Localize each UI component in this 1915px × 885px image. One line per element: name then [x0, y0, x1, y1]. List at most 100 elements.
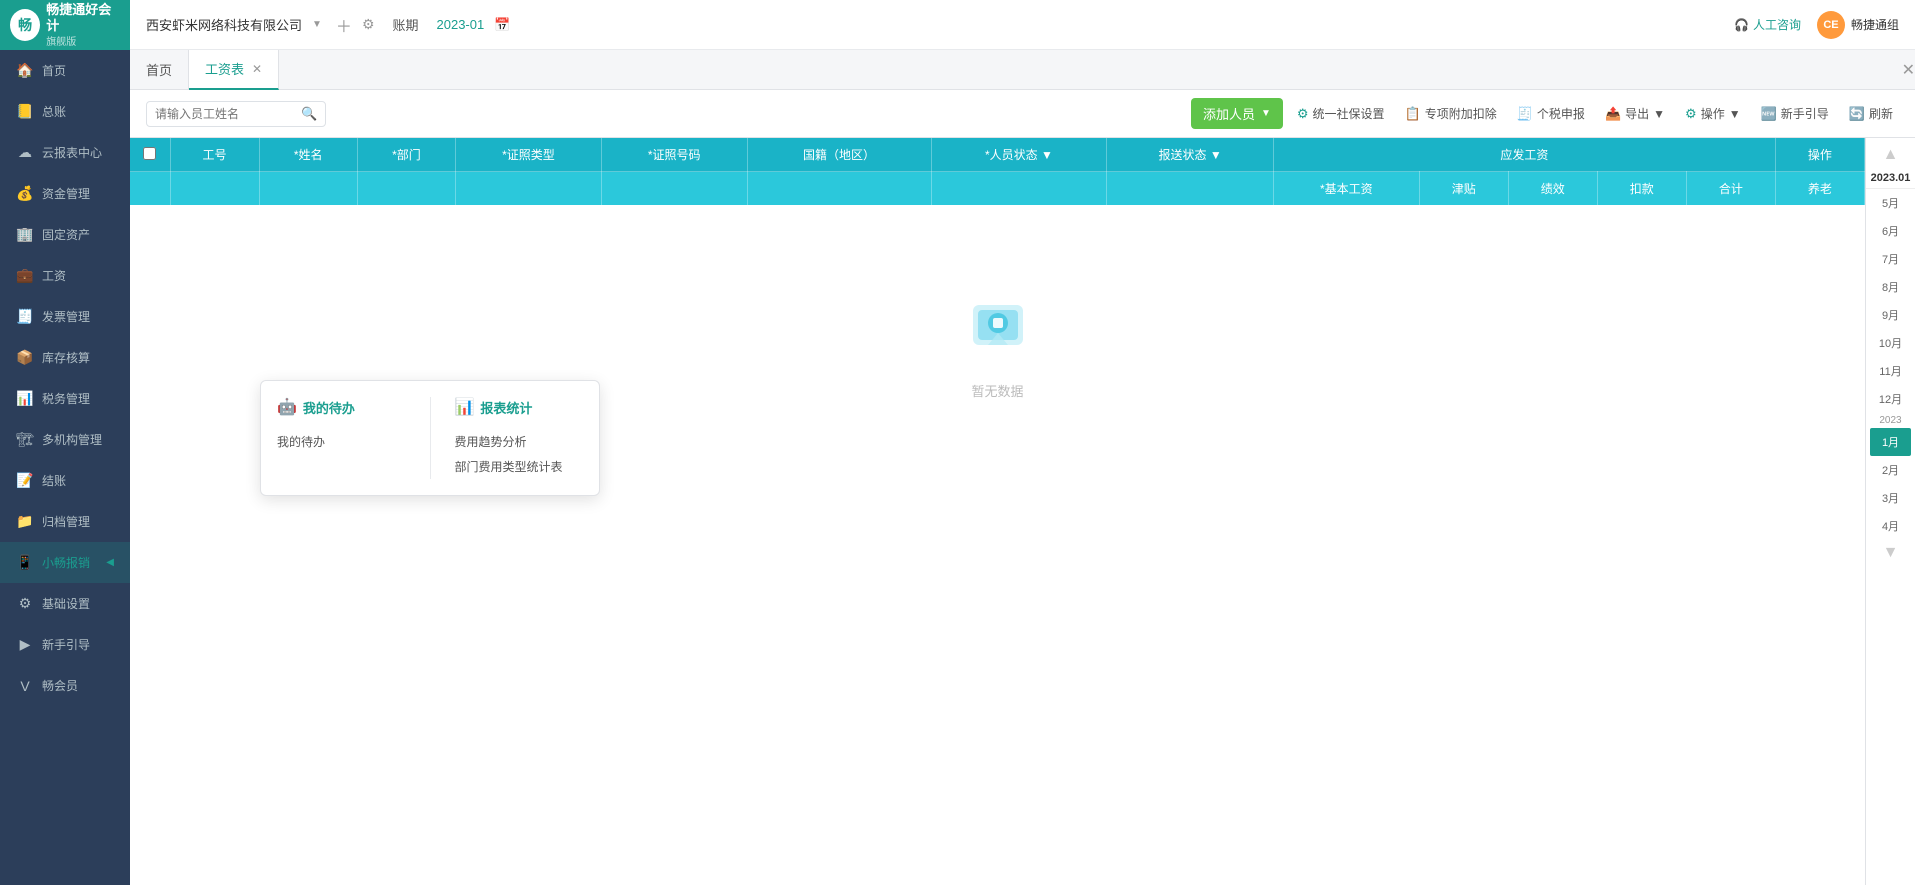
th-total: 合计 — [1686, 172, 1775, 206]
timeline-header: 2023.01 — [1866, 168, 1915, 189]
tab-home[interactable]: 首页 — [130, 50, 189, 90]
guide-action[interactable]: 🆕 新手引导 — [1755, 101, 1835, 126]
sidebar-item-multi-org[interactable]: 🏗 多机构管理 — [0, 419, 130, 460]
home-icon: 🏠 — [16, 62, 34, 79]
timeline-jan-current[interactable]: 1月 — [1870, 428, 1911, 456]
sidebar-item-salary[interactable]: 💼 工资 — [0, 255, 130, 296]
sidebar-label-settings: 基础设置 — [42, 595, 90, 612]
refresh-action[interactable]: 🔄 刷新 — [1843, 101, 1899, 126]
search-box[interactable]: 🔍 — [146, 101, 326, 127]
sidebar-item-tax[interactable]: 📊 税务管理 — [0, 378, 130, 419]
popup-link-dept-cost[interactable]: 部门费用类型统计表 — [455, 454, 584, 479]
table-header-top: 工号 *姓名 *部门 *证照类型 *证照号码 国籍（地区） *人员状态 ▼ 报送… — [130, 138, 1865, 172]
timeline-up-icon[interactable]: ▲ — [1879, 142, 1903, 168]
topbar-settings-icon[interactable]: ⚙ — [362, 16, 375, 33]
timeline-nov[interactable]: 11月 — [1866, 357, 1915, 385]
sidebar-item-ledger[interactable]: 📒 总账 — [0, 91, 130, 132]
timeline-jul[interactable]: 7月 — [1866, 245, 1915, 273]
sidebar-item-funds[interactable]: 💰 资金管理 — [0, 173, 130, 214]
close-accounts-icon: 📝 — [16, 472, 34, 489]
popup-content: 🤖 我的待办 我的待办 📊 报表统计 费用趋势分析 部门费用类型统计表 — [277, 397, 583, 479]
sidebar-label-expense: 小畅报销 — [42, 554, 90, 571]
search-icon: 🔍 — [301, 106, 317, 122]
panel-close-button[interactable]: ✕ — [1902, 60, 1915, 80]
empty-text: 暂无数据 — [971, 381, 1023, 400]
export-action[interactable]: 📤 导出 ▼ — [1599, 101, 1671, 126]
th-department: *部门 — [357, 138, 455, 172]
sidebar-item-invoice[interactable]: 🧾 发票管理 — [0, 296, 130, 337]
th-deduction: 扣款 — [1597, 172, 1686, 206]
search-input[interactable] — [155, 107, 295, 121]
tab-bar: 首页 工资表 ✕ ✕ — [130, 50, 1915, 90]
th-status[interactable]: *人员状态 ▼ — [931, 138, 1107, 172]
add-company-icon[interactable]: ＋ — [336, 13, 352, 37]
popup-report-label: 报表统计 — [480, 398, 532, 417]
sidebar-item-assets[interactable]: 🏢 固定资产 — [0, 214, 130, 255]
tax-report-label: 个税申报 — [1537, 105, 1585, 122]
sidebar-item-guide[interactable]: ▶ 新手引导 — [0, 624, 130, 665]
add-person-button[interactable]: 添加人员 ▼ — [1191, 98, 1283, 129]
th-employee-id: 工号 — [170, 138, 259, 172]
th-pstatus-sub — [931, 172, 1107, 206]
timeline-mar[interactable]: 3月 — [1866, 484, 1915, 512]
timeline-dec[interactable]: 12月 — [1866, 385, 1915, 413]
th-performance: 绩效 — [1508, 172, 1597, 206]
cloud-icon: ☁ — [16, 144, 34, 161]
popup-link-my-todo[interactable]: 我的待办 — [277, 429, 406, 454]
special-deduction-icon: 📋 — [1405, 106, 1421, 122]
topbar-right: 🎧 人工咨询 CE 畅捷通组 — [1734, 11, 1899, 39]
timeline-oct[interactable]: 10月 — [1866, 329, 1915, 357]
customer-service[interactable]: 🎧 人工咨询 — [1734, 16, 1801, 33]
sidebar-item-close-accounts[interactable]: 📝 结账 — [0, 460, 130, 501]
sidebar-item-settings[interactable]: ⚙ 基础设置 — [0, 583, 130, 624]
sidebar-item-inventory[interactable]: 📦 库存核算 — [0, 337, 130, 378]
sidebar-label-salary: 工资 — [42, 267, 66, 284]
service-label: 人工咨询 — [1753, 16, 1801, 33]
popup-link-cost-trend[interactable]: 费用趋势分析 — [455, 429, 584, 454]
archive-icon: 📁 — [16, 513, 34, 530]
timeline-may[interactable]: 5月 — [1866, 189, 1915, 217]
timeline-apr[interactable]: 4月 — [1866, 512, 1915, 540]
tab-home-label: 首页 — [146, 60, 172, 79]
special-deduction-action[interactable]: 📋 专项附加扣除 — [1399, 101, 1503, 126]
th-idtype-sub — [456, 172, 602, 206]
th-checkbox[interactable] — [130, 138, 170, 172]
tab-salary-label: 工资表 — [205, 59, 244, 78]
th-report-status[interactable]: 报送状态 ▼ — [1107, 138, 1274, 172]
company-dropdown-icon[interactable]: ▼ — [312, 19, 322, 30]
tab-salary[interactable]: 工资表 ✕ — [189, 50, 279, 90]
th-empty-sub — [130, 172, 170, 206]
calendar-icon[interactable]: 📅 — [494, 17, 510, 33]
app-edition: 旗舰版 — [46, 33, 120, 48]
th-nationality: 国籍（地区） — [747, 138, 931, 172]
timeline-jun[interactable]: 6月 — [1866, 217, 1915, 245]
table-header-sub: *基本工资 津贴 绩效 扣款 合计 养老 — [130, 172, 1865, 206]
inventory-icon: 📦 — [16, 349, 34, 366]
company-name: 西安虾米网络科技有限公司 — [146, 15, 302, 34]
sidebar-item-archive[interactable]: 📁 归档管理 — [0, 501, 130, 542]
timeline-feb[interactable]: 2月 — [1866, 456, 1915, 484]
period-value[interactable]: 2023-01 — [437, 17, 485, 32]
tax-report-action[interactable]: 🧾 个税申报 — [1511, 101, 1591, 126]
topbar: 西安虾米网络科技有限公司 ▼ ＋ ⚙ 账期 2023-01 📅 🎧 人工咨询 C… — [130, 0, 1915, 50]
sidebar-item-expense[interactable]: 📱 小畅报销 ◀ — [0, 542, 130, 583]
sidebar-item-member[interactable]: V 畅会员 — [0, 665, 130, 706]
sidebar-nav: 🏠 首页 📒 总账 ☁ 云报表中心 💰 资金管理 🏢 固定资产 💼 工资 🧾 发… — [0, 50, 130, 885]
timeline-aug[interactable]: 8月 — [1866, 273, 1915, 301]
sidebar-label-cloud: 云报表中心 — [42, 144, 102, 161]
report-icon: 📊 — [455, 397, 475, 417]
refresh-label: 刷新 — [1869, 105, 1893, 122]
sidebar-label-ledger: 总账 — [42, 103, 66, 120]
timeline-down-icon[interactable]: ▼ — [1879, 540, 1903, 566]
sidebar-item-cloud-report[interactable]: ☁ 云报表中心 — [0, 132, 130, 173]
select-all-checkbox[interactable] — [143, 147, 156, 160]
timeline-sep[interactable]: 9月 — [1866, 301, 1915, 329]
user-profile[interactable]: CE 畅捷通组 — [1817, 11, 1899, 39]
tab-close-icon[interactable]: ✕ — [252, 62, 262, 76]
social-insurance-action[interactable]: ⚙ 统一社保设置 — [1291, 101, 1391, 126]
th-gross-salary: 应发工资 — [1273, 138, 1775, 172]
th-base-salary: *基本工资 — [1273, 172, 1419, 206]
sidebar-item-home[interactable]: 🏠 首页 — [0, 50, 130, 91]
operations-action[interactable]: ⚙ 操作 ▼ — [1679, 101, 1747, 126]
social-insurance-icon: ⚙ — [1297, 106, 1309, 122]
